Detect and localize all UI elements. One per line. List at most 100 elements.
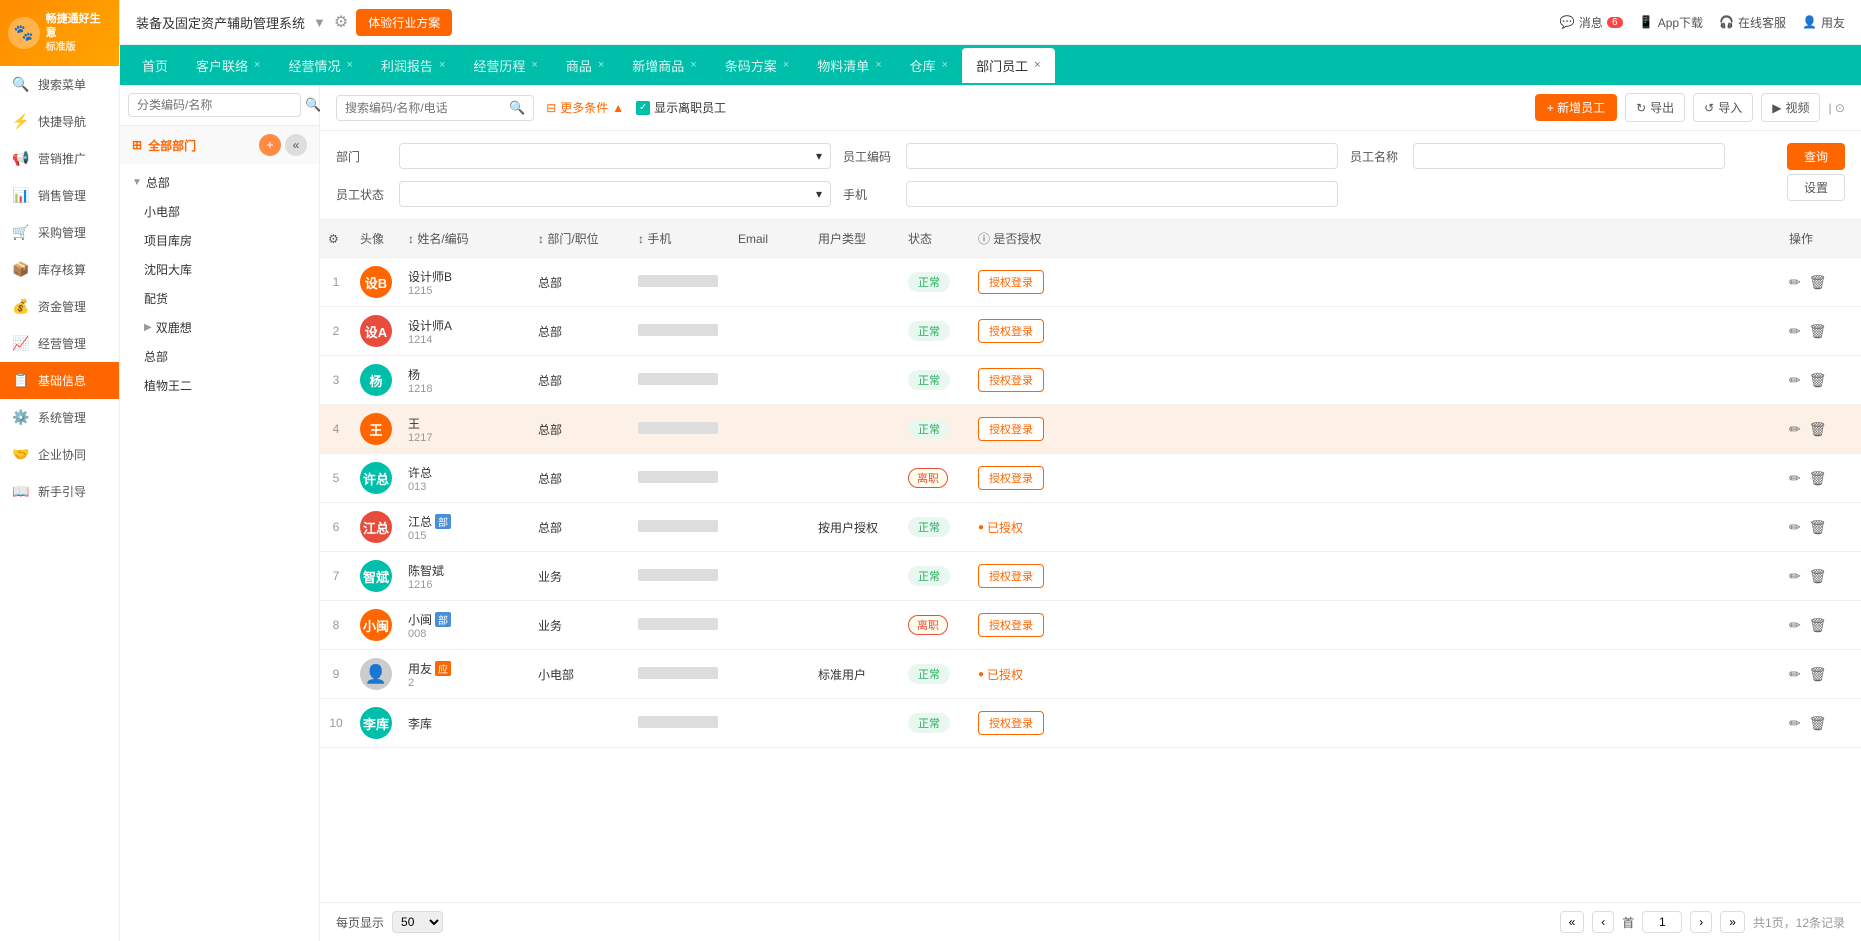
settings-icon[interactable]: ⚙ xyxy=(334,12,348,32)
sidebar-item-enterprise[interactable]: 🤝企业协同 xyxy=(0,436,119,473)
auth-login-button[interactable]: 授权登录 xyxy=(978,417,1044,441)
edit-button[interactable]: ✏ xyxy=(1789,372,1801,389)
tab-add-goods[interactable]: 新增商品× xyxy=(618,48,710,83)
view-button[interactable]: ▶ 视频 xyxy=(1761,93,1820,122)
show-resigned-toggle[interactable]: ✓ 显示离职员工 xyxy=(636,99,726,116)
col-phone-header[interactable]: ↕ 手机 xyxy=(630,220,730,258)
prev-page-button[interactable]: ‹ xyxy=(1592,911,1614,933)
tab-home[interactable]: 首页 xyxy=(128,48,182,83)
import-button[interactable]: ↺ 导入 xyxy=(1693,93,1753,122)
collapse-panel-button[interactable]: « xyxy=(285,134,307,156)
dropdown-icon[interactable]: ▼ xyxy=(313,15,326,30)
sidebar-item-basic[interactable]: 📋基础信息 xyxy=(0,362,119,399)
tree-item-zongbu2[interactable]: 总部 xyxy=(120,342,319,371)
close-icon[interactable]: × xyxy=(1034,59,1040,71)
close-icon[interactable]: × xyxy=(783,59,789,71)
tab-bom[interactable]: 物料清单× xyxy=(803,48,895,83)
tree-item-project[interactable]: 项目库房 xyxy=(120,226,319,255)
per-page-select[interactable]: 50 20 100 xyxy=(392,911,443,933)
edit-button[interactable]: ✏ xyxy=(1789,323,1801,340)
page-number-input[interactable] xyxy=(1642,911,1682,933)
delete-button[interactable]: 🗑 xyxy=(1809,274,1827,291)
help-button[interactable]: | ⊙ xyxy=(1828,101,1845,115)
delete-button[interactable]: 🗑 xyxy=(1809,715,1827,732)
delete-button[interactable]: 🗑 xyxy=(1809,519,1827,536)
export-button[interactable]: ↻ 导出 xyxy=(1625,93,1685,122)
close-icon[interactable]: × xyxy=(598,59,604,71)
add-employee-button[interactable]: + 新增员工 xyxy=(1535,94,1617,121)
delete-button[interactable]: 🗑 xyxy=(1809,470,1827,487)
sidebar-item-operations[interactable]: 📈经营管理 xyxy=(0,325,119,362)
dept-select[interactable]: ▾ xyxy=(399,143,831,169)
close-icon[interactable]: × xyxy=(254,59,260,71)
sidebar-item-purchase[interactable]: 🛒采购管理 xyxy=(0,214,119,251)
reset-button[interactable]: 设置 xyxy=(1787,174,1845,201)
auth-login-button[interactable]: 授权登录 xyxy=(978,466,1044,490)
sidebar-item-sales[interactable]: 📊销售管理 xyxy=(0,177,119,214)
close-icon[interactable]: × xyxy=(439,59,445,71)
sidebar-item-search[interactable]: 🔍搜索菜单 xyxy=(0,66,119,103)
col-dept-header[interactable]: ↕ 部门/职位 xyxy=(530,220,630,258)
close-icon[interactable]: × xyxy=(531,59,537,71)
first-page-button[interactable]: « xyxy=(1560,911,1585,933)
tab-operation[interactable]: 经营情况× xyxy=(274,48,366,83)
emp-code-input[interactable] xyxy=(906,143,1338,169)
close-icon[interactable]: × xyxy=(942,59,948,71)
tree-item-xiaodian[interactable]: 小电部 xyxy=(120,197,319,226)
tree-item-peihuo[interactable]: 配货 xyxy=(120,284,319,313)
sidebar-item-quick[interactable]: ⚡快捷导航 xyxy=(0,103,119,140)
tab-customer[interactable]: 客户联络× xyxy=(182,48,274,83)
delete-button[interactable]: 🗑 xyxy=(1809,323,1827,340)
message-button[interactable]: 💬 消息 6 xyxy=(1560,14,1623,31)
auth-login-button[interactable]: 授权登录 xyxy=(978,368,1044,392)
tree-item-plant[interactable]: 植物王二 xyxy=(120,371,319,400)
dept-search-input[interactable] xyxy=(128,93,301,117)
edit-button[interactable]: ✏ xyxy=(1789,519,1801,536)
more-filter-button[interactable]: ⊟ 更多条件 ▲ xyxy=(546,99,624,116)
online-support-button[interactable]: 🎧 在线客服 xyxy=(1719,14,1786,31)
experience-button[interactable]: 体验行业方案 xyxy=(356,9,452,36)
sidebar-item-finance[interactable]: 💰资金管理 xyxy=(0,288,119,325)
emp-name-input[interactable] xyxy=(1413,143,1725,169)
last-page-button[interactable]: » xyxy=(1720,911,1745,933)
employee-search-input[interactable] xyxy=(345,101,505,115)
sidebar-item-inventory[interactable]: 📦库存核算 xyxy=(0,251,119,288)
close-icon[interactable]: × xyxy=(690,59,696,71)
tab-employees[interactable]: 部门员工× xyxy=(962,48,1054,83)
delete-button[interactable]: 🗑 xyxy=(1809,666,1827,683)
edit-button[interactable]: ✏ xyxy=(1789,666,1801,683)
next-page-button[interactable]: › xyxy=(1690,911,1712,933)
user-menu[interactable]: 👤 用友 xyxy=(1802,14,1845,31)
delete-button[interactable]: 🗑 xyxy=(1809,372,1827,389)
close-icon[interactable]: × xyxy=(875,59,881,71)
emp-status-select[interactable]: ▾ xyxy=(399,181,831,207)
tree-item-shuanglu[interactable]: ▶ 双鹿想 xyxy=(120,313,319,342)
delete-button[interactable]: 🗑 xyxy=(1809,421,1827,438)
auth-login-button[interactable]: 授权登录 xyxy=(978,564,1044,588)
auth-login-button[interactable]: 授权登录 xyxy=(978,319,1044,343)
sidebar-item-guide[interactable]: 📖新手引导 xyxy=(0,473,119,510)
auth-login-button[interactable]: 授权登录 xyxy=(978,711,1044,735)
app-download-button[interactable]: 📱 App下载 xyxy=(1639,14,1703,31)
phone-input[interactable] xyxy=(906,181,1338,207)
tab-profit[interactable]: 利润报告× xyxy=(367,48,459,83)
edit-button[interactable]: ✏ xyxy=(1789,617,1801,634)
add-dept-button[interactable]: + xyxy=(259,134,281,156)
sidebar-item-system[interactable]: ⚙️系统管理 xyxy=(0,399,119,436)
tab-history[interactable]: 经营历程× xyxy=(459,48,551,83)
tab-goods[interactable]: 商品× xyxy=(552,48,618,83)
auth-login-button[interactable]: 授权登录 xyxy=(978,270,1044,294)
auth-login-button[interactable]: 授权登录 xyxy=(978,613,1044,637)
edit-button[interactable]: ✏ xyxy=(1789,715,1801,732)
tab-barcode[interactable]: 条码方案× xyxy=(711,48,803,83)
col-settings[interactable]: ⚙ xyxy=(320,220,352,258)
edit-button[interactable]: ✏ xyxy=(1789,421,1801,438)
col-name-header[interactable]: ↕ 姓名/编码 xyxy=(400,220,530,258)
tab-warehouse[interactable]: 仓库× xyxy=(896,48,962,83)
delete-button[interactable]: 🗑 xyxy=(1809,568,1827,585)
query-button[interactable]: 查询 xyxy=(1787,143,1845,170)
tree-item-shenyang[interactable]: 沈阳大库 xyxy=(120,255,319,284)
delete-button[interactable]: 🗑 xyxy=(1809,617,1827,634)
sidebar-item-marketing[interactable]: 📢营销推广 xyxy=(0,140,119,177)
tree-item-zongbu[interactable]: ▼ 总部 xyxy=(120,168,319,197)
